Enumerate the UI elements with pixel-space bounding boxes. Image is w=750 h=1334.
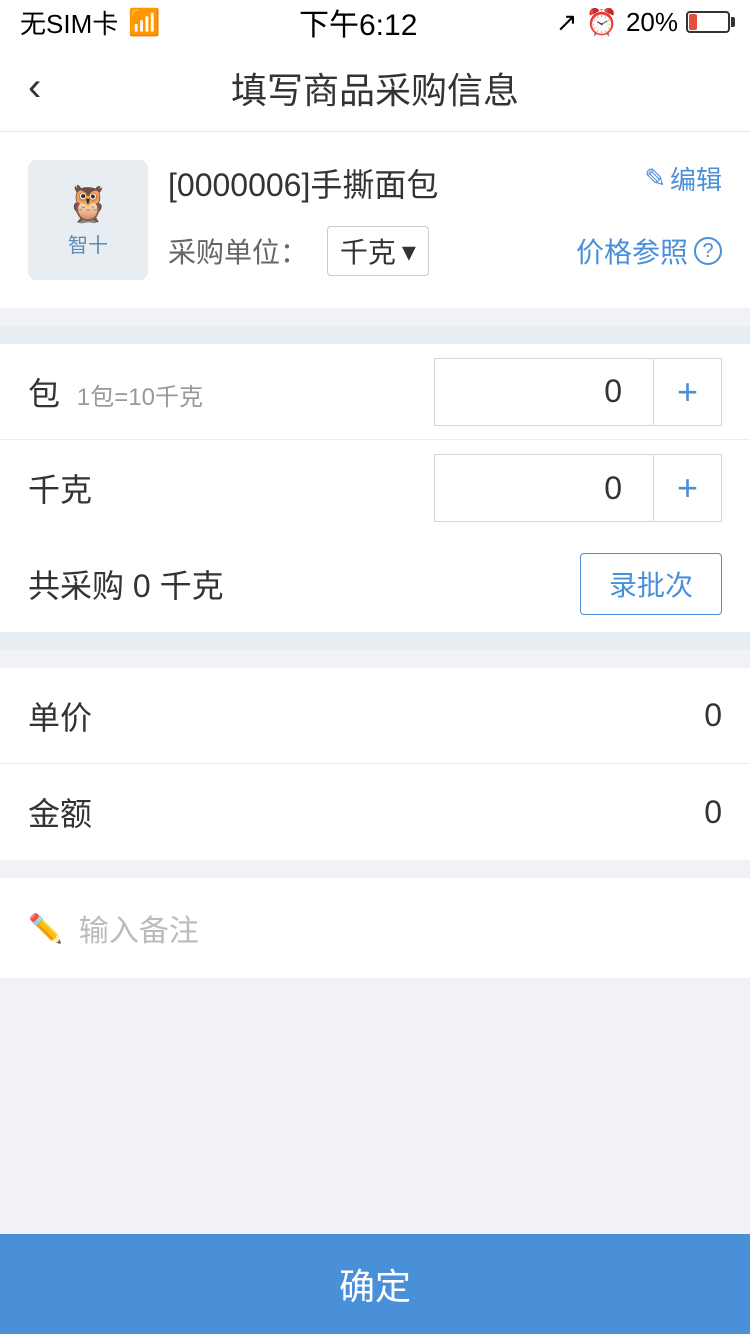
edit-icon: ✎ [644, 163, 666, 194]
summary-row: 共采购 0 千克 录批次 [0, 536, 750, 632]
bao-plus-button[interactable]: + [654, 358, 722, 426]
battery-icon [686, 11, 730, 33]
wifi-icon: 📶 [128, 7, 160, 38]
notes-section[interactable]: ✏️ 输入备注 [0, 878, 750, 978]
info-icon: ? [694, 237, 722, 265]
battery-fill [689, 14, 697, 30]
nav-bar: ‹ 填写商品采购信息 [0, 44, 750, 132]
bao-input[interactable] [434, 358, 654, 426]
product-meta: 采购单位： 千克 ▾ 价格参照 ? [168, 226, 722, 276]
bao-input-wrap: + [434, 358, 722, 426]
unit-price-label: 单价 [28, 693, 704, 739]
price-ref-label: 价格参照 [576, 231, 688, 271]
status-bar: 无SIM卡 📶 下午6:12 ↗ ⏰ 20% [0, 0, 750, 44]
product-name: [0000006]手撕面包 [168, 160, 438, 206]
summary-text: 共采购 0 千克 [28, 561, 224, 607]
product-thumb-label: 智十 [68, 229, 108, 258]
kg-input-wrap: + [434, 454, 722, 522]
unit-select[interactable]: 千克 ▾ [327, 226, 429, 276]
status-time: 下午6:12 [299, 0, 417, 44]
unit-value: 千克 [340, 231, 396, 271]
back-button[interactable]: ‹ [28, 65, 41, 110]
product-thumbnail: 🦉 智十 [28, 160, 148, 280]
product-header: [0000006]手撕面包 ✎ 编辑 [168, 160, 722, 206]
status-right: ↗ ⏰ 20% [556, 7, 730, 38]
kg-input-row: 千克 + [0, 440, 750, 536]
divider-1 [0, 326, 750, 344]
input-section: 包 1包=10千克 + 千克 + [0, 344, 750, 536]
unit-price-value: 0 [704, 697, 722, 734]
amount-value: 0 [704, 794, 722, 831]
battery-percent: 20% [626, 7, 678, 38]
price-ref-button[interactable]: 价格参照 ? [576, 231, 722, 271]
status-left: 无SIM卡 📶 [20, 4, 161, 41]
unit-row: 采购单位： 千克 ▾ [168, 226, 429, 276]
amount-row: 金额 0 [0, 764, 750, 860]
notes-placeholder: 输入备注 [79, 906, 199, 950]
batch-button[interactable]: 录批次 [580, 553, 722, 615]
divider-2 [0, 632, 750, 650]
dropdown-icon: ▾ [402, 235, 416, 268]
confirm-button[interactable]: 确定 [0, 1234, 750, 1334]
location-icon: ↗ [556, 7, 578, 38]
unit-text-label: 采购单位： [168, 237, 308, 268]
kg-label: 千克 [28, 465, 434, 511]
bao-label: 包 1包=10千克 [28, 369, 434, 415]
kg-input[interactable] [434, 454, 654, 522]
carrier-label: 无SIM卡 [20, 4, 118, 41]
unit-price-row: 单价 0 [0, 668, 750, 764]
edit-label: 编辑 [670, 160, 722, 197]
bao-input-row: 包 1包=10千克 + [0, 344, 750, 440]
product-info: [0000006]手撕面包 ✎ 编辑 采购单位： 千克 ▾ 价格参照 ? [168, 160, 722, 276]
product-thumb-icon: 🦉 [66, 183, 111, 225]
content-spacer [0, 978, 750, 1258]
info-section: 单价 0 金额 0 [0, 668, 750, 860]
edit-button[interactable]: ✎ 编辑 [644, 160, 722, 197]
amount-label: 金额 [28, 789, 704, 835]
product-card: 🦉 智十 [0000006]手撕面包 ✎ 编辑 采购单位： 千克 ▾ 价格参照 … [0, 132, 750, 308]
bao-sub: 1包=10千克 [77, 384, 203, 411]
alarm-icon: ⏰ [586, 7, 618, 38]
page-title: 填写商品采购信息 [231, 62, 519, 114]
kg-plus-button[interactable]: + [654, 454, 722, 522]
pencil-icon: ✏️ [28, 912, 63, 945]
